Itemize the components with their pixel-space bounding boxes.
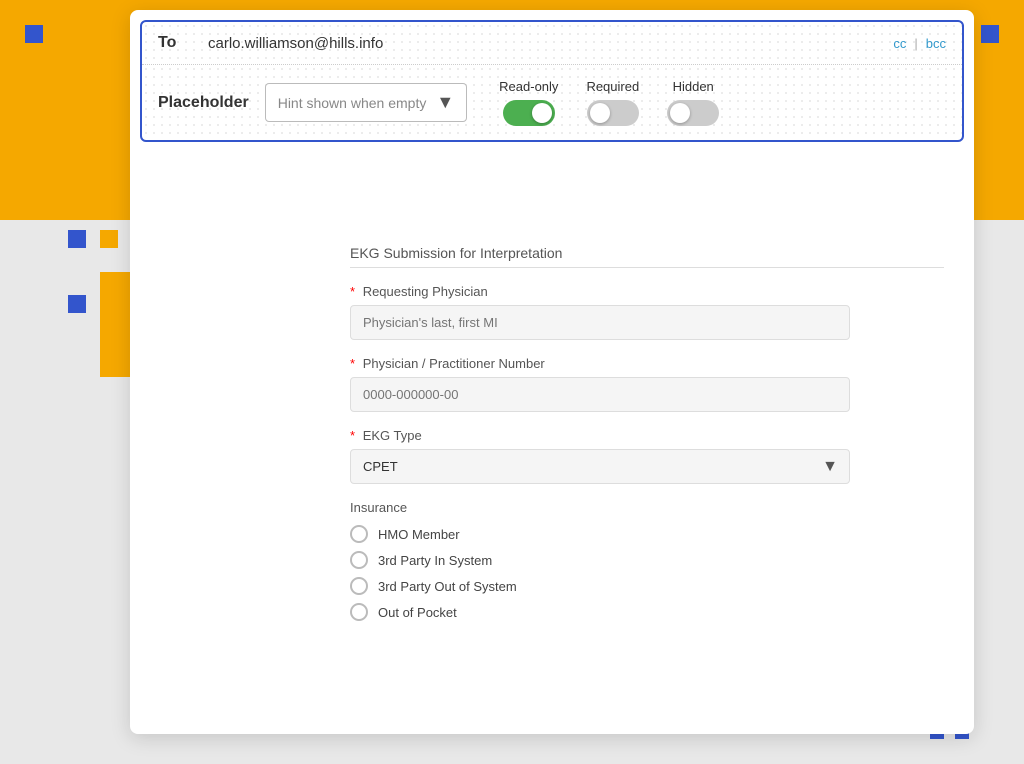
ekg-select-wrapper: CPET Standard 12-Lead Holter Monitor Str…: [350, 449, 850, 484]
radio-group: HMO Member 3rd Party In System 3rd Party…: [350, 525, 944, 621]
placeholder-dropdown[interactable]: Hint shown when empty ▼: [265, 83, 467, 122]
toggle-required: Required: [586, 79, 639, 126]
toggle-knob: [590, 103, 610, 123]
form-group-physician: * Requesting Physician: [350, 284, 944, 340]
placeholder-hint-text: Hint shown when empty: [278, 95, 427, 111]
insurance-title: Insurance: [350, 500, 944, 515]
chevron-down-icon: ▼: [436, 92, 454, 113]
practitioner-input[interactable]: [350, 377, 850, 412]
physician-input[interactable]: [350, 305, 850, 340]
form-group-practitioner: * Physician / Practitioner Number: [350, 356, 944, 412]
ekg-label: * EKG Type: [350, 428, 944, 443]
toggle-readonly-label: Read-only: [499, 79, 558, 94]
toggle-group: Read-only Required Hidden: [499, 79, 719, 126]
toggle-hidden-switch[interactable]: [667, 100, 719, 126]
cc-bcc-links: cc | bcc: [893, 36, 946, 51]
to-label: To: [158, 34, 188, 52]
ekg-select[interactable]: CPET Standard 12-Lead Holter Monitor Str…: [350, 449, 850, 484]
toggle-required-label: Required: [586, 79, 639, 94]
radio-hmo[interactable]: HMO Member: [350, 525, 944, 543]
required-star: *: [350, 356, 355, 371]
radio-circle-3rd-in: [350, 551, 368, 569]
physician-label: * Requesting Physician: [350, 284, 944, 299]
toggle-hidden: Hidden: [667, 79, 719, 126]
deco-square: [68, 295, 86, 313]
ekg-label-text: EKG Type: [363, 428, 422, 443]
physician-label-text: Requesting Physician: [363, 284, 488, 299]
radio-circle-oop: [350, 603, 368, 621]
practitioner-label: * Physician / Practitioner Number: [350, 356, 944, 371]
deco-square: [981, 25, 999, 43]
toggle-required-switch[interactable]: [587, 100, 639, 126]
main-card: To carlo.williamson@hills.info cc | bcc …: [130, 10, 974, 734]
email-to-row: To carlo.williamson@hills.info cc | bcc: [142, 22, 962, 65]
radio-oop[interactable]: Out of Pocket: [350, 603, 944, 621]
toggle-hidden-label: Hidden: [673, 79, 714, 94]
email-panel: To carlo.williamson@hills.info cc | bcc …: [140, 20, 964, 142]
to-email-value: carlo.williamson@hills.info: [208, 35, 893, 52]
radio-circle-hmo: [350, 525, 368, 543]
radio-hmo-label: HMO Member: [378, 527, 460, 542]
required-star: *: [350, 284, 355, 299]
radio-3rd-in-label: 3rd Party In System: [378, 553, 492, 568]
deco-square: [25, 25, 43, 43]
cc-link[interactable]: cc: [893, 36, 906, 51]
pipe-separator: |: [914, 36, 917, 51]
radio-oop-label: Out of Pocket: [378, 605, 457, 620]
toggle-readonly-switch[interactable]: [503, 100, 555, 126]
deco-square: [68, 230, 86, 248]
practitioner-label-text: Physician / Practitioner Number: [363, 356, 545, 371]
placeholder-row: Placeholder Hint shown when empty ▼ Read…: [142, 65, 962, 140]
radio-3rd-out[interactable]: 3rd Party Out of System: [350, 577, 944, 595]
insurance-section: Insurance HMO Member 3rd Party In System…: [350, 500, 944, 621]
form-content: EKG Submission for Interpretation * Requ…: [130, 225, 974, 734]
radio-3rd-in[interactable]: 3rd Party In System: [350, 551, 944, 569]
radio-3rd-out-label: 3rd Party Out of System: [378, 579, 517, 594]
toggle-readonly: Read-only: [499, 79, 558, 126]
toggle-knob: [670, 103, 690, 123]
toggle-knob: [532, 103, 552, 123]
deco-square: [100, 230, 118, 248]
form-section-title: EKG Submission for Interpretation: [350, 245, 944, 268]
placeholder-label: Placeholder: [158, 94, 249, 112]
radio-circle-3rd-out: [350, 577, 368, 595]
form-group-ekg: * EKG Type CPET Standard 12-Lead Holter …: [350, 428, 944, 484]
required-star: *: [350, 428, 355, 443]
bcc-link[interactable]: bcc: [926, 36, 946, 51]
